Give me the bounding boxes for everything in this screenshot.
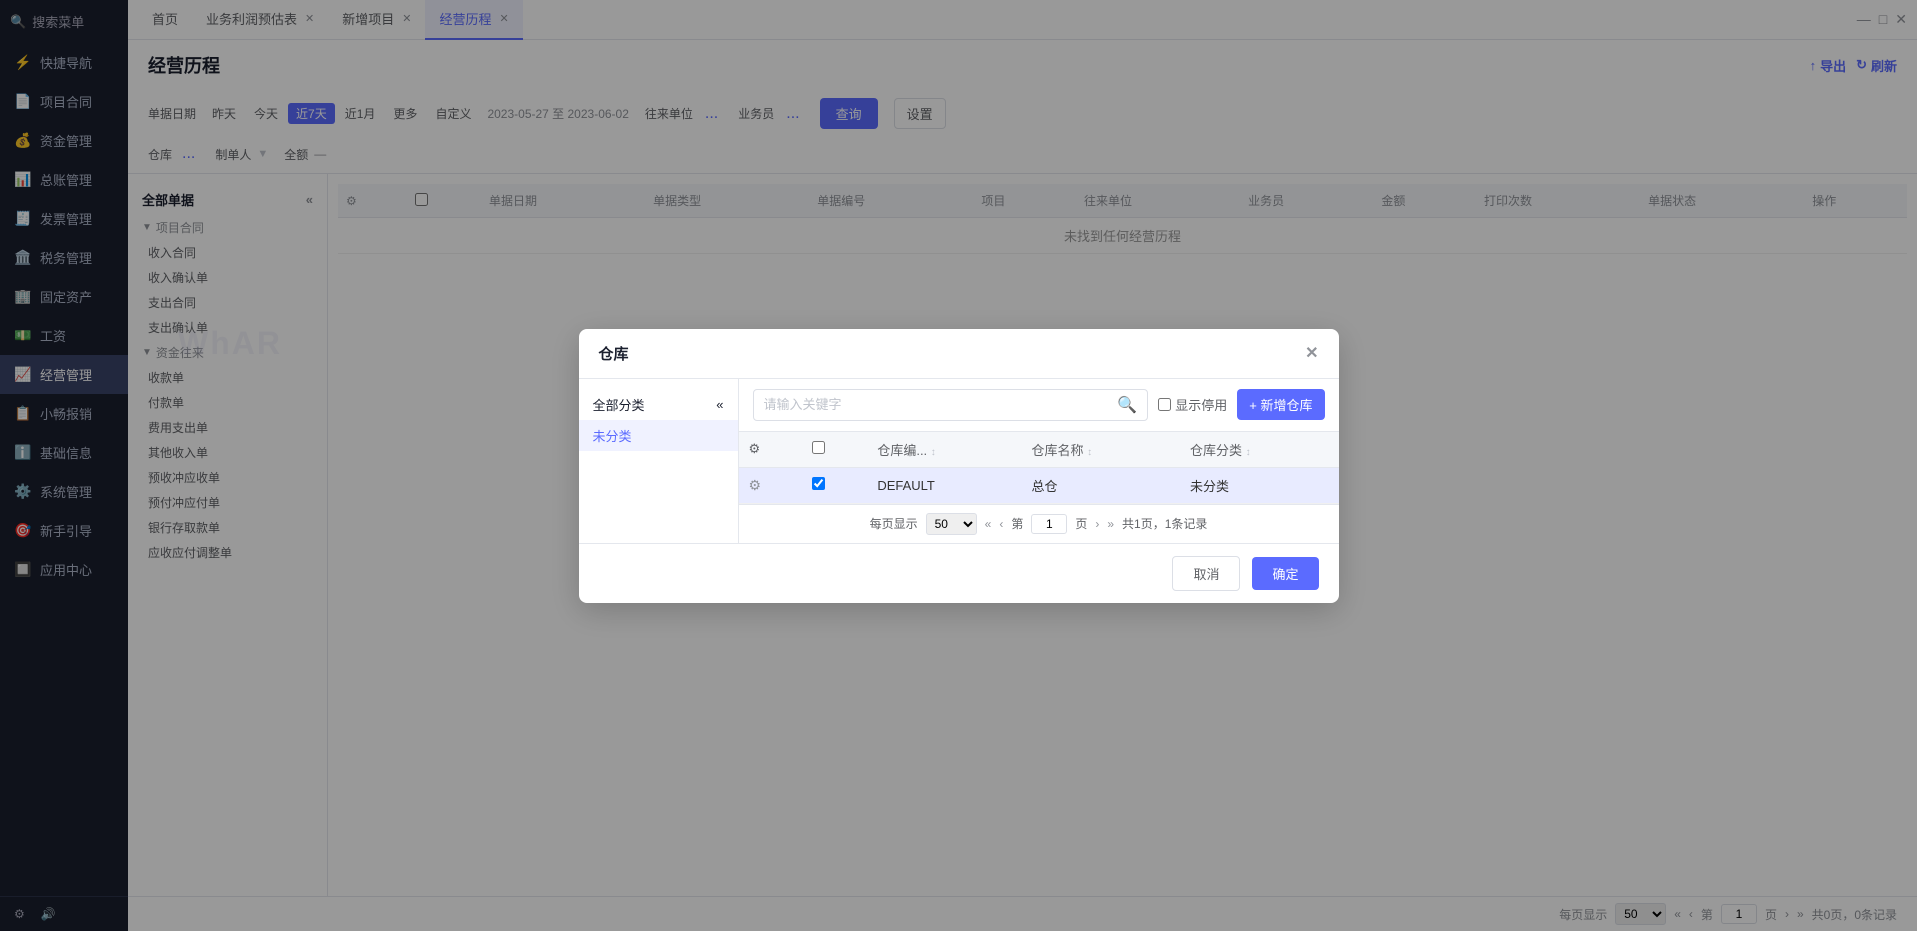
dialog-header: 仓库 ✕: [579, 329, 1339, 379]
dialog-th-name: 仓库名称 ↕: [1022, 432, 1180, 468]
row-code: DEFAULT: [867, 467, 1021, 503]
dialog-title: 仓库: [599, 343, 629, 364]
row-checkbox-cell: [802, 467, 867, 503]
dialog-th-gear: ⚙: [739, 432, 803, 468]
dialog-search-input[interactable]: [764, 397, 1112, 412]
dialog-uncategorized-item[interactable]: 未分类: [579, 420, 738, 451]
show-disabled-checkbox[interactable]: [1158, 398, 1171, 411]
dialog-prev-btn[interactable]: ‹: [999, 517, 1003, 531]
dialog-page-input[interactable]: [1031, 514, 1067, 534]
dialog-search-wrap: 🔍: [753, 389, 1149, 421]
row-checkbox[interactable]: [812, 477, 825, 490]
row-name: 总仓: [1022, 467, 1180, 503]
dialog-table-wrap: ⚙ 仓库编... ↕ 仓库名称 ↕: [739, 432, 1339, 504]
code-sort-icon: ↕: [931, 447, 936, 458]
dialog-th-check: [802, 432, 867, 468]
category-sort-icon: ↕: [1246, 447, 1251, 458]
dialog-th-code: 仓库编... ↕: [867, 432, 1021, 468]
dialog-all-categories[interactable]: 全部分类 «: [579, 389, 738, 420]
row-gear: ⚙: [739, 467, 803, 503]
dialog-toolbar: 🔍 显示停用 + 新增仓库: [739, 379, 1339, 432]
warehouse-dialog: 仓库 ✕ 全部分类 « 未分类 🔍: [579, 329, 1339, 603]
dialog-body: 全部分类 « 未分类 🔍 显示停用: [579, 379, 1339, 543]
dialog-close-btn[interactable]: ✕: [1305, 343, 1318, 363]
dialog-pagination: 每页显示 50 10 20 100 « ‹ 第 页 › » 共1页，1条记录: [739, 504, 1339, 543]
dialog-left-panel: 全部分类 « 未分类: [579, 379, 739, 543]
dialog-th-category: 仓库分类 ↕: [1180, 432, 1339, 468]
dialog-footer: 取消 确定: [579, 543, 1339, 603]
dialog-collapse-icon[interactable]: «: [716, 397, 723, 412]
confirm-button[interactable]: 确定: [1252, 557, 1318, 590]
dialog-select-all[interactable]: [812, 441, 825, 454]
add-warehouse-btn[interactable]: + 新增仓库: [1237, 389, 1324, 420]
row-category: 未分类: [1180, 467, 1339, 503]
dialog-next-btn[interactable]: ›: [1095, 517, 1099, 531]
dialog-last-btn[interactable]: »: [1107, 517, 1114, 531]
cancel-button[interactable]: 取消: [1172, 556, 1240, 591]
show-disabled-label[interactable]: 显示停用: [1158, 395, 1227, 414]
name-sort-icon: ↕: [1087, 447, 1092, 458]
dialog-table: ⚙ 仓库编... ↕ 仓库名称 ↕: [739, 432, 1339, 504]
dialog-per-page-select[interactable]: 50 10 20 100: [926, 513, 977, 535]
table-row[interactable]: ⚙ DEFAULT 总仓 未分类: [739, 467, 1339, 503]
dialog-right-panel: 🔍 显示停用 + 新增仓库 ⚙: [739, 379, 1339, 543]
modal-overlay: 仓库 ✕ 全部分类 « 未分类 🔍: [0, 0, 1917, 931]
dialog-search-icon: 🔍: [1117, 395, 1137, 415]
dialog-first-btn[interactable]: «: [985, 517, 992, 531]
